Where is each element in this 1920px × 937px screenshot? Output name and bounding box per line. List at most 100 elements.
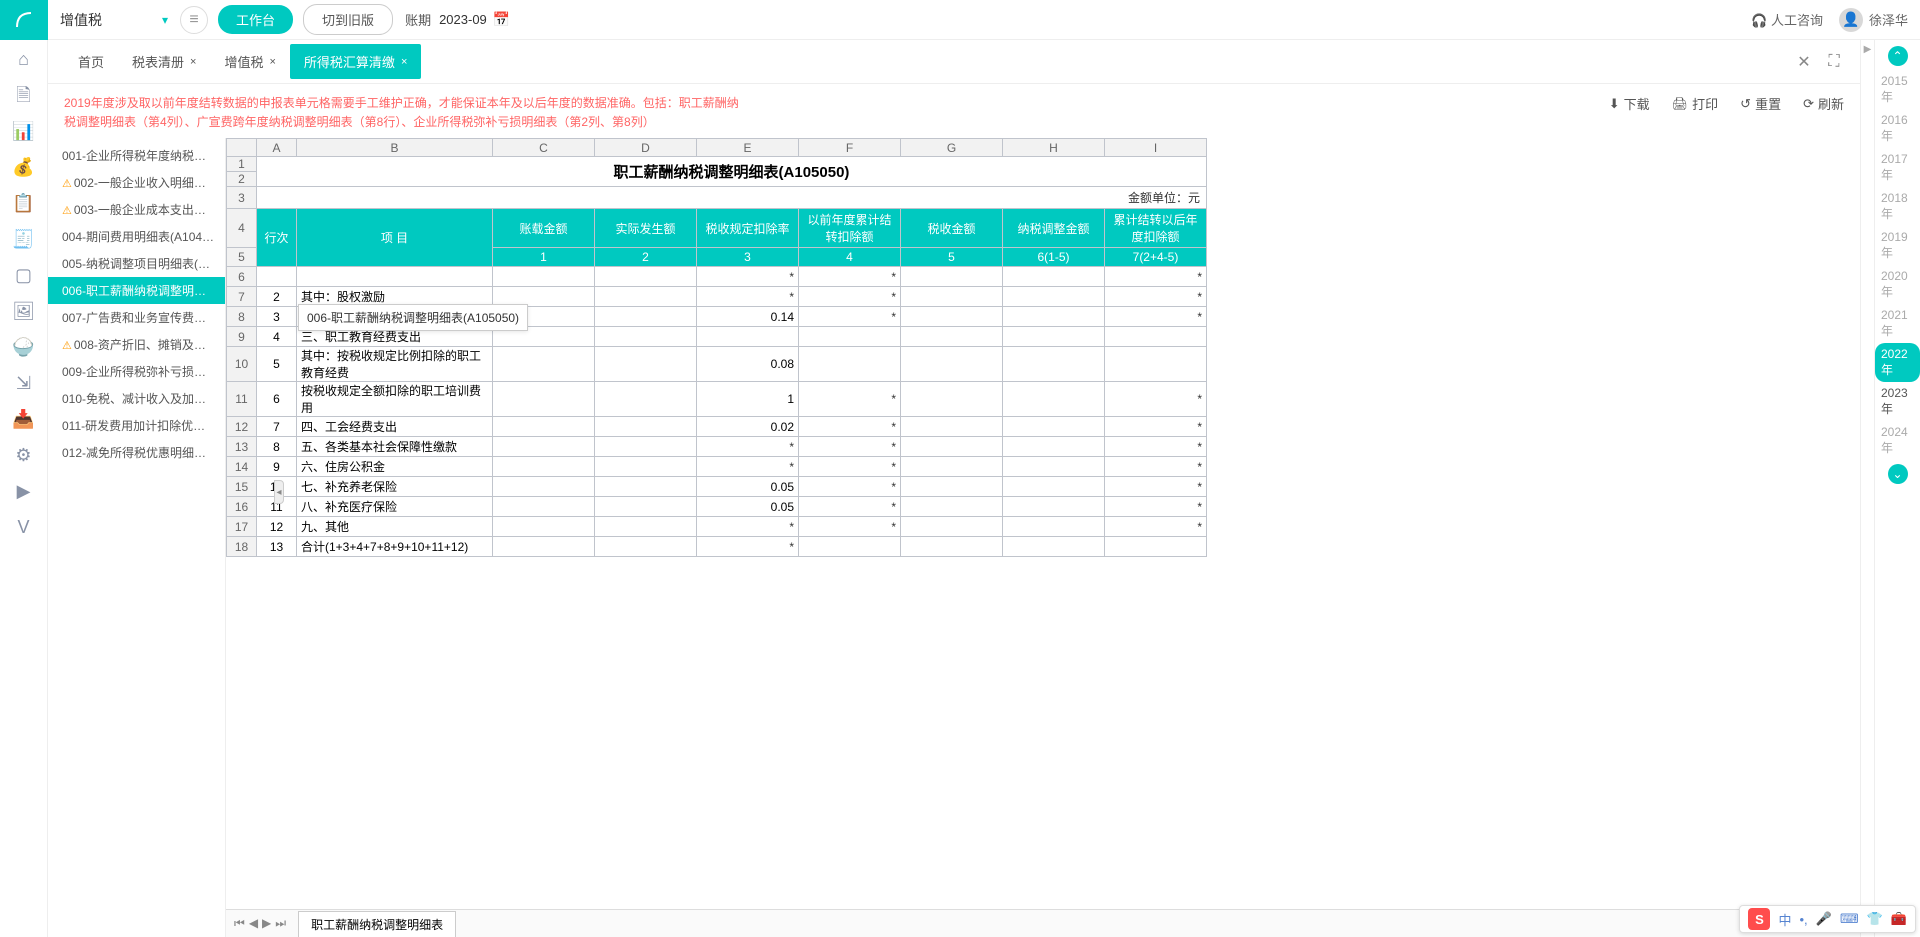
- cell[interactable]: [595, 307, 697, 327]
- row-header[interactable]: 17: [227, 517, 257, 537]
- cell[interactable]: *: [1105, 437, 1207, 457]
- tree-item[interactable]: ⚠002-一般企业收入明细表(A...: [48, 169, 225, 196]
- cell[interactable]: [1003, 437, 1105, 457]
- cell[interactable]: [1003, 327, 1105, 347]
- cell[interactable]: [493, 477, 595, 497]
- row-header[interactable]: 15: [227, 477, 257, 497]
- refresh-button[interactable]: ⟳ 刷新: [1803, 94, 1844, 113]
- cell[interactable]: [595, 437, 697, 457]
- cell[interactable]: *: [799, 417, 901, 437]
- close-all-button[interactable]: ✕: [1794, 52, 1814, 72]
- print-button[interactable]: 🖨 打印: [1672, 94, 1719, 113]
- grid-corner[interactable]: [227, 139, 257, 157]
- sheet-first-icon[interactable]: ⏮: [234, 916, 245, 931]
- cell[interactable]: [595, 537, 697, 557]
- cell[interactable]: [901, 307, 1003, 327]
- tree-item[interactable]: 006-职工薪酬纳税调整明细...: [48, 277, 225, 304]
- cell[interactable]: 四、工会经费支出: [297, 417, 493, 437]
- tax-type-dropdown[interactable]: 增值税 ▾: [60, 10, 168, 30]
- ime-punct-icon[interactable]: •,: [1800, 912, 1808, 927]
- cell[interactable]: [1003, 537, 1105, 557]
- ime-lang[interactable]: 中: [1778, 910, 1791, 929]
- cell[interactable]: [1105, 327, 1207, 347]
- cell[interactable]: *: [1105, 517, 1207, 537]
- cell[interactable]: 按税收规定全额扣除的职工培训费用: [297, 382, 493, 417]
- col-header[interactable]: B: [297, 139, 493, 157]
- row-header[interactable]: 6: [227, 267, 257, 287]
- cell[interactable]: [1003, 417, 1105, 437]
- cell[interactable]: *: [1105, 497, 1207, 517]
- v-icon[interactable]: V: [17, 518, 29, 536]
- cell[interactable]: [493, 417, 595, 437]
- tab[interactable]: 首页: [64, 44, 118, 79]
- row-header[interactable]: 10: [227, 347, 257, 382]
- image-icon[interactable]: 🖼: [12, 302, 35, 320]
- col-header[interactable]: I: [1105, 139, 1207, 157]
- cell[interactable]: 6: [257, 382, 297, 417]
- year-item[interactable]: 2018年: [1875, 187, 1920, 226]
- cell[interactable]: *: [799, 437, 901, 457]
- tree-item[interactable]: ⚠008-资产折旧、摊销及纳税...: [48, 331, 225, 358]
- year-item[interactable]: 2019年: [1875, 226, 1920, 265]
- report-icon[interactable]: 🧾: [12, 230, 34, 248]
- year-item[interactable]: 2021年: [1875, 304, 1920, 343]
- row-header[interactable]: 11: [227, 382, 257, 417]
- ime-keyboard-icon[interactable]: ⌨: [1840, 911, 1859, 927]
- cell[interactable]: [1003, 287, 1105, 307]
- row-header[interactable]: 16: [227, 497, 257, 517]
- ime-tool-icon[interactable]: 🧰: [1891, 911, 1907, 927]
- cell[interactable]: *: [697, 267, 799, 287]
- calendar-icon[interactable]: 📅: [493, 11, 510, 28]
- cell[interactable]: [901, 537, 1003, 557]
- col-header[interactable]: G: [901, 139, 1003, 157]
- cell[interactable]: [1003, 347, 1105, 382]
- cell[interactable]: *: [697, 517, 799, 537]
- cell[interactable]: 1: [697, 382, 799, 417]
- ime-skin-icon[interactable]: 👕: [1867, 911, 1883, 927]
- cell[interactable]: [697, 327, 799, 347]
- cell[interactable]: *: [1105, 287, 1207, 307]
- cell[interactable]: 0.08: [697, 347, 799, 382]
- cell[interactable]: [1003, 267, 1105, 287]
- cell[interactable]: [493, 437, 595, 457]
- cell[interactable]: [901, 347, 1003, 382]
- sheet-next-icon[interactable]: ▶: [262, 916, 271, 931]
- consult-link[interactable]: 🎧 人工咨询: [1751, 10, 1823, 29]
- col-header[interactable]: A: [257, 139, 297, 157]
- switch-old-button[interactable]: 切到旧版: [303, 4, 393, 35]
- cell[interactable]: [257, 267, 297, 287]
- cell[interactable]: *: [697, 287, 799, 307]
- cell[interactable]: [901, 437, 1003, 457]
- cell[interactable]: [901, 477, 1003, 497]
- cell[interactable]: [901, 517, 1003, 537]
- col-header[interactable]: E: [697, 139, 799, 157]
- cell[interactable]: [493, 267, 595, 287]
- col-header[interactable]: H: [1003, 139, 1105, 157]
- cell[interactable]: 5: [257, 347, 297, 382]
- cell[interactable]: [901, 287, 1003, 307]
- cell[interactable]: 0.02: [697, 417, 799, 437]
- tree-item[interactable]: 011-研发费用加计扣除优惠...: [48, 412, 225, 439]
- row-header[interactable]: 14: [227, 457, 257, 477]
- year-item[interactable]: 2020年: [1875, 265, 1920, 304]
- workbench-button[interactable]: 工作台: [218, 5, 293, 34]
- tree-item[interactable]: 007-广告费和业务宣传费跨...: [48, 304, 225, 331]
- cell[interactable]: 八、补充医疗保险: [297, 497, 493, 517]
- cell[interactable]: *: [697, 437, 799, 457]
- cell[interactable]: [901, 382, 1003, 417]
- tab[interactable]: 增值税×: [210, 44, 289, 79]
- export-icon[interactable]: ⇲: [16, 374, 31, 392]
- sheet-last-icon[interactable]: ⏭: [275, 916, 286, 931]
- cell[interactable]: *: [697, 537, 799, 557]
- cell[interactable]: 合计(1+3+4+7+8+9+10+11+12): [297, 537, 493, 557]
- cell[interactable]: 7: [257, 417, 297, 437]
- fullscreen-button[interactable]: ⛶: [1824, 52, 1844, 72]
- row-header[interactable]: 9: [227, 327, 257, 347]
- cell[interactable]: [1003, 497, 1105, 517]
- cell[interactable]: 13: [257, 537, 297, 557]
- cell[interactable]: 0.14: [697, 307, 799, 327]
- row-header[interactable]: 3: [227, 187, 257, 209]
- download-button[interactable]: ⬇ 下载: [1609, 94, 1650, 113]
- cell[interactable]: [493, 347, 595, 382]
- cell[interactable]: 12: [257, 517, 297, 537]
